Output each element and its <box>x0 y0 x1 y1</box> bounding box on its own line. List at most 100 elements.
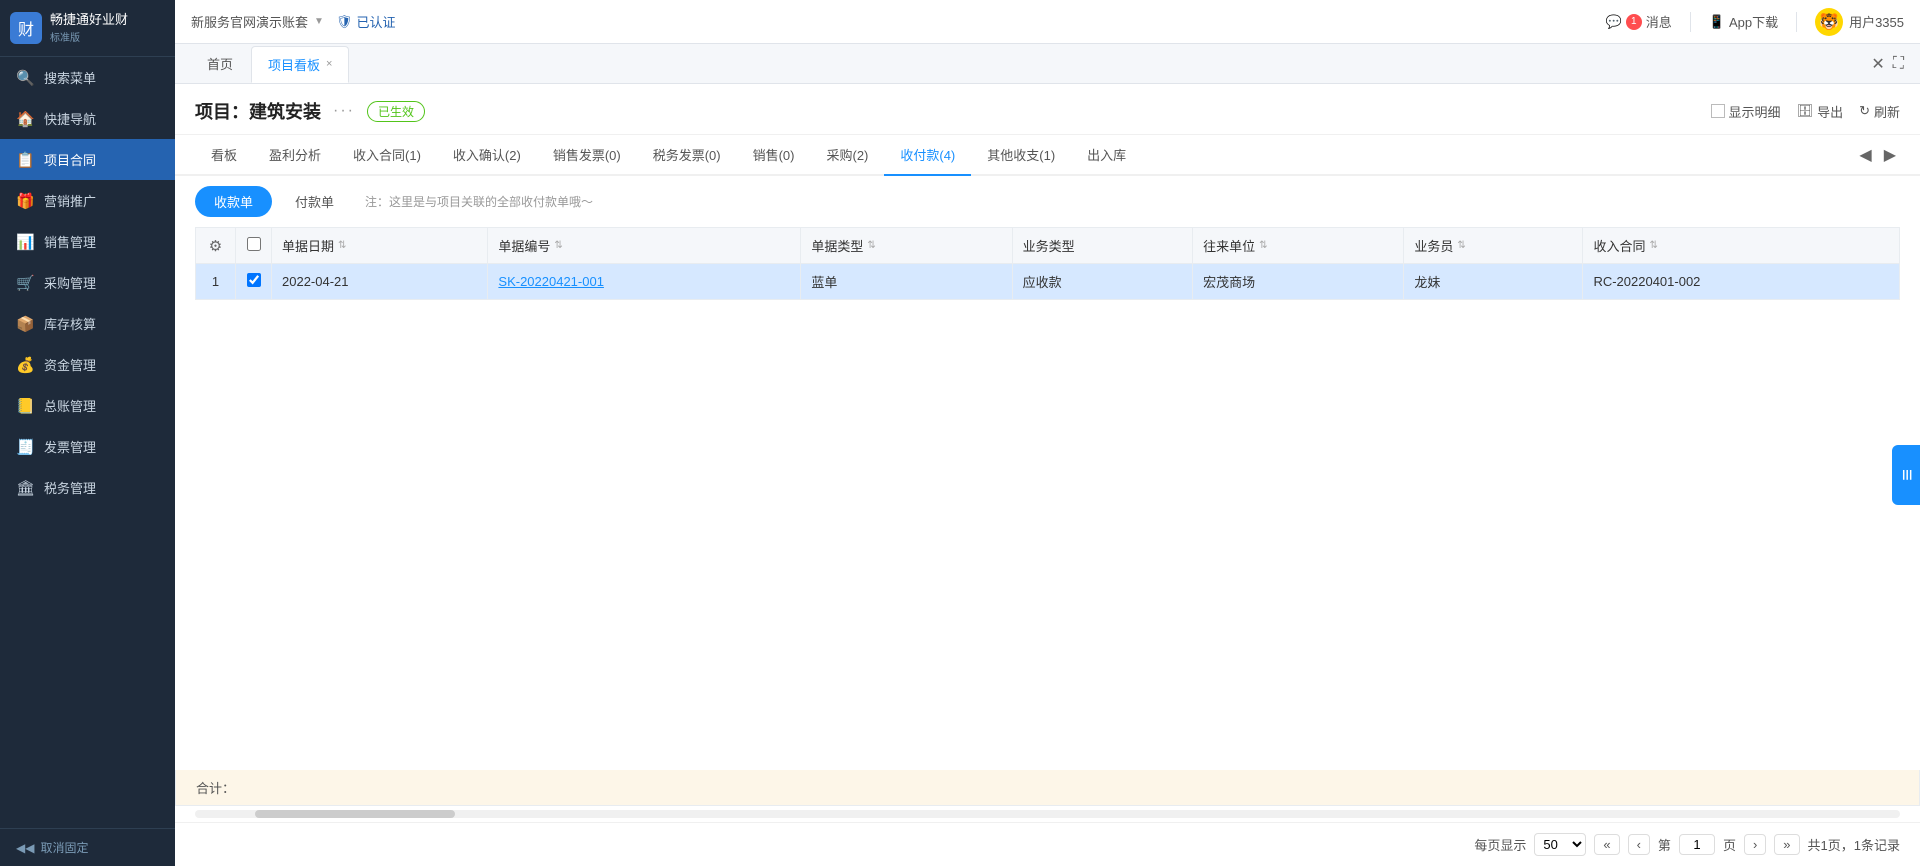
sidebar-item-tax[interactable]: 🏛税务管理 <box>0 467 175 508</box>
subnav-item-sales_invoice[interactable]: 销售发票(0) <box>537 135 637 176</box>
subnav-item-inout[interactable]: 出入库 <box>1071 135 1142 176</box>
inventory-icon: 📦 <box>16 315 34 333</box>
sidebar-unpin[interactable]: ◀◀ 取消固定 <box>0 828 175 866</box>
page-suffix: 页 <box>1723 835 1736 854</box>
sidebar-app-title: 畅捷通好业财 <box>50 12 128 29</box>
per-page-select[interactable]: 50 100 200 <box>1534 833 1586 856</box>
pagination-prev-btn[interactable]: ‹ <box>1628 834 1650 855</box>
sidebar-item-inventory[interactable]: 📦库存核算 <box>0 303 175 344</box>
subnav-item-kanban[interactable]: 看板 <box>195 135 253 176</box>
data-table: ⚙ 单据日期 ⇅ <box>195 227 1900 300</box>
content: 项目：建筑安装 ··· 已生效 显示明细 🗄 导出 ↻ 刷新 <box>175 84 1920 866</box>
show-detail-checkbox[interactable] <box>1711 104 1725 118</box>
subtab-payment-btn[interactable]: 付款单 <box>276 186 353 217</box>
export-btn[interactable]: 🗄 导出 <box>1797 102 1844 121</box>
sidebar-item-contract[interactable]: 📋项目合同 <box>0 139 175 180</box>
col-salesperson-sort[interactable]: ⇅ <box>1457 240 1465 251</box>
export-label: 导出 <box>1817 102 1843 121</box>
divider <box>1690 12 1691 32</box>
table-header-row: ⚙ 单据日期 ⇅ <box>196 228 1900 264</box>
table-wrap: ⚙ 单据日期 ⇅ <box>175 227 1920 770</box>
tab-home[interactable]: 首页 <box>191 46 249 81</box>
col-checkbox <box>236 228 272 264</box>
subnav-item-purchase[interactable]: 采购(2) <box>810 135 884 176</box>
sidebar-item-label: 采购管理 <box>44 273 96 292</box>
refresh-btn[interactable]: ↻ 刷新 <box>1859 102 1900 121</box>
project-header-right: 显示明细 🗄 导出 ↻ 刷新 <box>1711 102 1900 121</box>
subtab-receipt-btn[interactable]: 收款单 <box>195 186 272 217</box>
col-partner-label: 往来单位 <box>1203 236 1255 255</box>
capital-icon: 💰 <box>16 356 34 374</box>
pagination-first-btn[interactable]: « <box>1594 834 1619 855</box>
pagination-next-btn[interactable]: › <box>1744 834 1766 855</box>
page-input[interactable] <box>1679 834 1715 855</box>
col-date-sort[interactable]: ⇅ <box>338 240 346 251</box>
subnav-prev-btn[interactable]: ◀ <box>1855 145 1875 165</box>
subnav-next-btn[interactable]: ▶ <box>1880 145 1900 165</box>
float-panel-icon: ≡ <box>1895 469 1918 481</box>
sidebar-item-label: 发票管理 <box>44 437 96 456</box>
col-type-sort[interactable]: ⇅ <box>867 240 875 251</box>
col-salesperson-label: 业务员 <box>1414 236 1453 255</box>
cell-income-contract: RC-20220401-002 <box>1583 264 1900 300</box>
sidebar-item-capital[interactable]: 💰资金管理 <box>0 344 175 385</box>
message-btn[interactable]: 💬 1 消息 <box>1606 12 1672 31</box>
subnav-item-payment[interactable]: 收付款(4) <box>884 135 971 176</box>
subnav-item-other_expense[interactable]: 其他收支(1) <box>971 135 1071 176</box>
table-row[interactable]: 1 2022-04-21 SK-20220421-001 蓝单 应收款 宏茂商场… <box>196 264 1900 300</box>
float-panel-btn[interactable]: ≡ <box>1892 445 1920 505</box>
app-download-btn[interactable]: 📱 App下载 <box>1709 12 1778 31</box>
tabbar: 首页 项目看板 × ✕ ⛶ <box>175 44 1920 84</box>
subnav-item-sales[interactable]: 销售(0) <box>737 135 811 176</box>
settings-icon[interactable]: ⚙ <box>209 238 222 255</box>
refresh-label: 刷新 <box>1874 102 1900 121</box>
sidebar-item-purchase[interactable]: 🛒采购管理 <box>0 262 175 303</box>
account-name: 新服务官网演示账套 <box>191 12 308 31</box>
subnav-item-income_confirm[interactable]: 收入确认(2) <box>437 135 537 176</box>
cell-partner: 宏茂商场 <box>1193 264 1404 300</box>
pagination-last-btn[interactable]: » <box>1774 834 1799 855</box>
message-badge: 1 <box>1626 14 1642 30</box>
col-income-contract-sort[interactable]: ⇅ <box>1649 240 1657 251</box>
user-menu[interactable]: 🐯 用户3355 <box>1815 8 1904 36</box>
sidebar-item-marketing[interactable]: 🎁营销推广 <box>0 180 175 221</box>
subnav-item-income_contract[interactable]: 收入合同(1) <box>337 135 437 176</box>
sidebar-item-label: 总账管理 <box>44 396 96 415</box>
main-area: 新服务官网演示账套 ▼ 🛡 已认证 💬 1 消息 📱 App下载 🐯 用户335… <box>175 0 1920 866</box>
col-type: 单据类型 ⇅ <box>801 228 1012 264</box>
certified-badge: 🛡 已认证 <box>336 12 396 31</box>
show-detail-btn[interactable]: 显示明细 <box>1711 102 1781 121</box>
per-page-label: 每页显示 <box>1474 835 1526 854</box>
subnav-item-profit[interactable]: 盈利分析 <box>253 135 337 176</box>
col-date: 单据日期 ⇅ <box>272 228 488 264</box>
sidebar-item-label: 营销推广 <box>44 191 96 210</box>
divider2 <box>1796 12 1797 32</box>
col-biz-type-label: 业务类型 <box>1023 239 1075 254</box>
window-expand-btn[interactable]: ⛶ <box>1893 55 1904 73</box>
sidebar-item-label: 销售管理 <box>44 232 96 251</box>
unpin-label: 取消固定 <box>40 839 88 856</box>
tab-close-icon[interactable]: × <box>326 58 332 70</box>
sidebar-header: 财 畅捷通好业财 标准版 <box>0 0 175 57</box>
certified-label: 已认证 <box>356 12 395 31</box>
project-more-btn[interactable]: ··· <box>333 102 355 120</box>
cell-checkbox[interactable] <box>236 264 272 300</box>
scrollbar-thumb[interactable] <box>255 810 455 818</box>
project-title: 项目：建筑安装 <box>195 98 321 124</box>
tab-project-board[interactable]: 项目看板 × <box>251 46 349 83</box>
cell-number[interactable]: SK-20220421-001 <box>488 264 801 300</box>
subnav-item-tax_invoice[interactable]: 税务发票(0) <box>637 135 737 176</box>
col-number-sort[interactable]: ⇅ <box>554 240 562 251</box>
sidebar-item-invoice[interactable]: 🧾发票管理 <box>0 426 175 467</box>
col-partner-sort[interactable]: ⇅ <box>1259 240 1267 251</box>
select-all-checkbox[interactable] <box>247 237 261 251</box>
account-selector[interactable]: 新服务官网演示账套 ▼ <box>191 12 324 31</box>
project-name: 建筑安装 <box>249 102 321 122</box>
sidebar-item-ledger[interactable]: 📒总账管理 <box>0 385 175 426</box>
sidebar-item-quick[interactable]: 🏠快捷导航 <box>0 98 175 139</box>
col-number: 单据编号 ⇅ <box>488 228 801 264</box>
sidebar-item-sales[interactable]: 📊销售管理 <box>0 221 175 262</box>
window-close-btn[interactable]: ✕ <box>1871 54 1884 74</box>
sidebar: 财 畅捷通好业财 标准版 🔍搜索菜单🏠快捷导航📋项目合同🎁营销推广📊销售管理🛒采… <box>0 0 175 866</box>
sidebar-item-search[interactable]: 🔍搜索菜单 <box>0 57 175 98</box>
